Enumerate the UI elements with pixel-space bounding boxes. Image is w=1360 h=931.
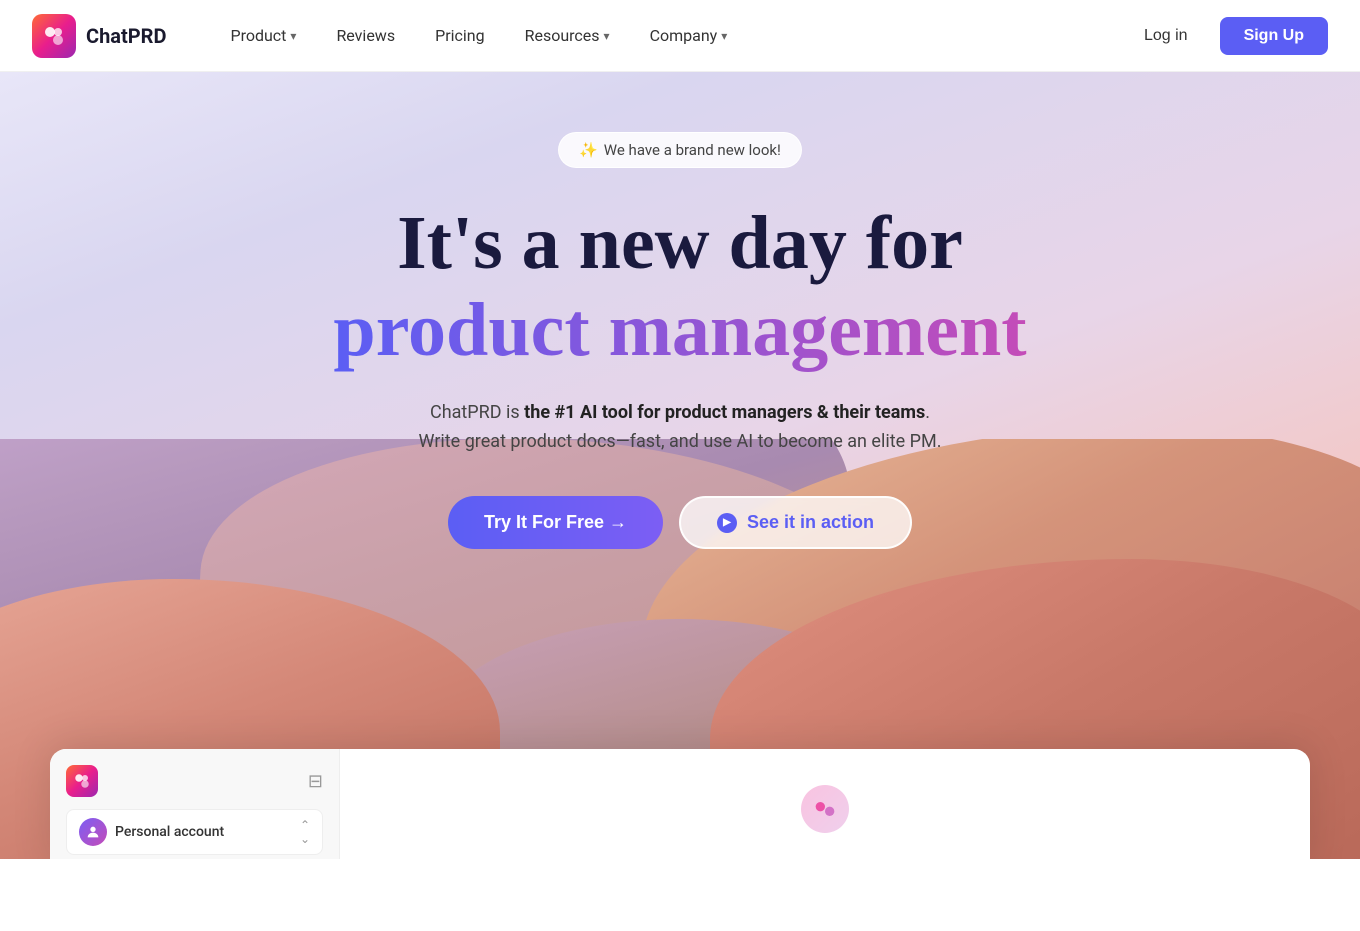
logo-link[interactable]: ChatPRD (32, 14, 166, 58)
nav-item-company[interactable]: Company ▾ (634, 18, 744, 53)
account-row[interactable]: Personal account ⌃⌄ (66, 809, 323, 855)
app-sidebar: ⊟ Personal account ⌃⌄ (50, 749, 340, 859)
badge-text: We have a brand new look! (604, 141, 781, 159)
logo-icon (32, 14, 76, 58)
subtitle-bold: the #1 AI tool for product managers & th… (524, 402, 925, 423)
hero-subtitle: ChatPRD is the #1 AI tool for product ma… (419, 399, 942, 457)
account-name: Personal account (115, 824, 300, 840)
nav-item-product[interactable]: Product ▾ (214, 18, 312, 53)
nav-links: Product ▾ Reviews Pricing Resources ▾ Co… (214, 18, 1128, 53)
app-main (340, 749, 1310, 859)
hero-title-line1: It's a new day for (333, 200, 1026, 287)
chevron-down-icon: ▾ (604, 29, 610, 43)
play-icon: ▶ (717, 513, 737, 533)
layout-icon[interactable]: ⊟ (308, 771, 323, 792)
nav-item-resources[interactable]: Resources ▾ (509, 18, 626, 53)
nav-item-reviews[interactable]: Reviews (320, 18, 411, 53)
hero-section: ✨ We have a brand new look! It's a new d… (0, 72, 1360, 859)
hero-title: It's a new day for product management (333, 200, 1026, 375)
see-action-label: See it in action (747, 512, 874, 533)
hero-cta: Try It For Free → ▶ See it in action (448, 496, 912, 549)
nav-auth: Log in Sign Up (1128, 17, 1328, 55)
subtitle-suffix: . (925, 402, 930, 423)
account-chevron-icon: ⌃⌄ (300, 818, 310, 846)
badge-icon: ✨ (579, 141, 598, 159)
logo-text: ChatPRD (86, 24, 166, 48)
try-free-button[interactable]: Try It For Free → (448, 496, 663, 549)
nav-item-pricing[interactable]: Pricing (419, 18, 501, 53)
see-action-button[interactable]: ▶ See it in action (679, 496, 912, 549)
chevron-down-icon: ▾ (290, 29, 296, 43)
subtitle-line2: Write great product docs—fast, and use A… (419, 431, 942, 452)
announcement-badge[interactable]: ✨ We have a brand new look! (558, 132, 802, 168)
hero-title-line2: product management (333, 287, 1026, 374)
signup-button[interactable]: Sign Up (1220, 17, 1328, 55)
sidebar-header: ⊟ (66, 765, 323, 797)
chevron-down-icon: ▾ (721, 29, 727, 43)
app-main-icon (801, 785, 849, 833)
login-button[interactable]: Log in (1128, 19, 1204, 53)
app-preview: ⊟ Personal account ⌃⌄ (50, 749, 1310, 859)
hero-content: ✨ We have a brand new look! It's a new d… (0, 72, 1360, 609)
navbar: ChatPRD Product ▾ Reviews Pricing Resour… (0, 0, 1360, 72)
account-avatar (79, 818, 107, 846)
app-logo-small (66, 765, 98, 797)
subtitle-prefix: ChatPRD is (430, 402, 524, 423)
